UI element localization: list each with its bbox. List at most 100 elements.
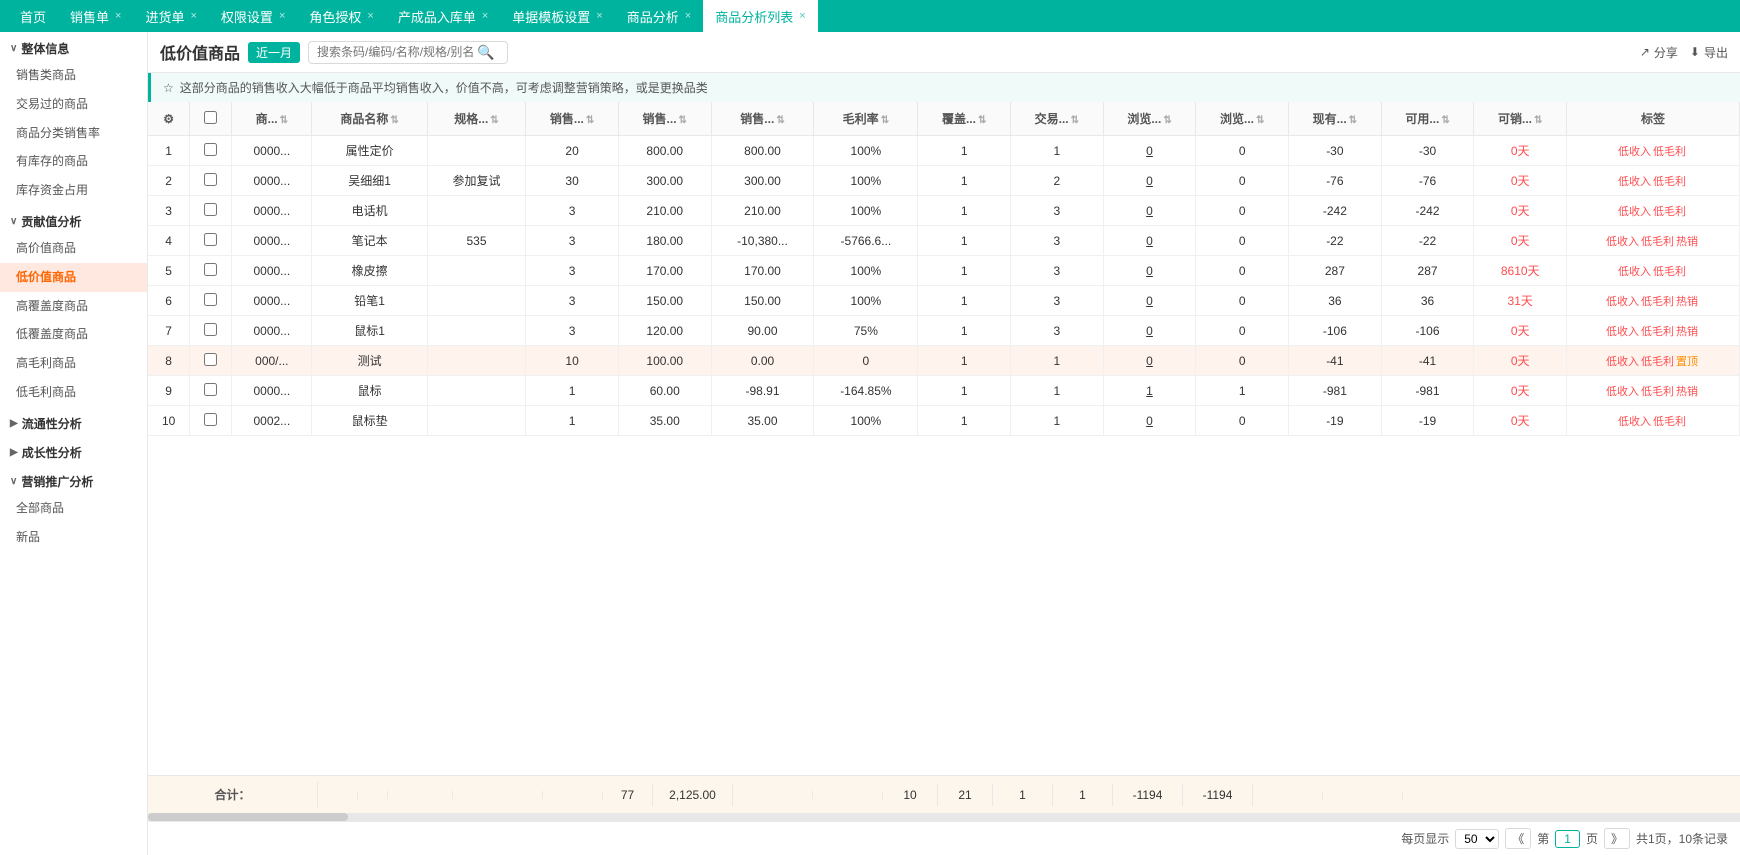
col-header-sales_count[interactable]: 销售...⇅ bbox=[526, 102, 619, 136]
sidebar-item-销售类商品[interactable]: 销售类商品 bbox=[0, 61, 147, 90]
row-checkbox[interactable] bbox=[204, 293, 217, 306]
nav-close-icon[interactable]: × bbox=[685, 10, 691, 22]
views1-link[interactable]: 0 bbox=[1146, 294, 1153, 308]
current-page-number[interactable]: 1 bbox=[1555, 830, 1580, 848]
sidebar-group-贡献值分析[interactable]: ∨贡献值分析 bbox=[0, 205, 147, 234]
footer-cell-10: 21 bbox=[938, 784, 993, 806]
sidebar-item-全部商品[interactable]: 全部商品 bbox=[0, 494, 147, 523]
sidebar-item-有库存的商品[interactable]: 有库存的商品 bbox=[0, 147, 147, 176]
sidebar-item-新品[interactable]: 新品 bbox=[0, 523, 147, 552]
sidebar-group-成长性分析[interactable]: ▶成长性分析 bbox=[0, 436, 147, 465]
row-checkbox[interactable] bbox=[204, 233, 217, 246]
sidebar-item-库存资金占用[interactable]: 库存资金占用 bbox=[0, 176, 147, 205]
col-header-name[interactable]: 商品名称⇅ bbox=[312, 102, 427, 136]
col-header-transactions[interactable]: 交易...⇅ bbox=[1011, 102, 1104, 136]
sidebar-group-整体信息[interactable]: ∨整体信息 bbox=[0, 32, 147, 61]
scrollbar[interactable] bbox=[148, 813, 1740, 821]
nav-item-商品分析[interactable]: 商品分析× bbox=[615, 0, 703, 32]
scrollbar-thumb[interactable] bbox=[148, 813, 348, 821]
period-button[interactable]: 近一月 bbox=[248, 42, 300, 63]
nav-close-icon[interactable]: × bbox=[190, 10, 196, 22]
export-button[interactable]: ⬇ 导出 bbox=[1690, 44, 1728, 61]
nav-item-进货单[interactable]: 进货单× bbox=[133, 0, 208, 32]
row-checkbox[interactable] bbox=[204, 413, 217, 426]
col-header-available[interactable]: 可用...⇅ bbox=[1381, 102, 1474, 136]
cell-sales-amount: 120.00 bbox=[618, 316, 711, 346]
cell-code: 0000... bbox=[232, 166, 312, 196]
sidebar: ∨整体信息销售类商品交易过的商品商品分类销售率有库存的商品库存资金占用∨贡献值分… bbox=[0, 32, 148, 855]
row-checkbox[interactable] bbox=[204, 263, 217, 276]
col-header-sales_profit[interactable]: 销售...⇅ bbox=[711, 102, 814, 136]
nav-close-icon[interactable]: × bbox=[367, 10, 373, 22]
nav-item-单据模板设置[interactable]: 单据模板设置× bbox=[500, 0, 614, 32]
search-input[interactable] bbox=[317, 45, 477, 59]
nav-item-角色授权[interactable]: 角色授权× bbox=[297, 0, 385, 32]
views1-link[interactable]: 0 bbox=[1146, 324, 1153, 338]
share-button[interactable]: ↗ 分享 bbox=[1640, 44, 1678, 61]
col-header-margin_rate[interactable]: 毛利率⇅ bbox=[814, 102, 918, 136]
sidebar-group-营销推广分析[interactable]: ∨营销推广分析 bbox=[0, 465, 147, 494]
views1-link[interactable]: 0 bbox=[1146, 144, 1153, 158]
sidebar-item-低覆盖度商品[interactable]: 低覆盖度商品 bbox=[0, 320, 147, 349]
page-label: 第 bbox=[1537, 830, 1549, 847]
prev-page-button[interactable]: 《 bbox=[1505, 828, 1531, 849]
row-checkbox[interactable] bbox=[204, 203, 217, 216]
views1-link[interactable]: 1 bbox=[1146, 384, 1153, 398]
row-checkbox[interactable] bbox=[204, 143, 217, 156]
per-page-select[interactable]: 50 bbox=[1455, 829, 1499, 849]
nav-close-icon[interactable]: × bbox=[482, 10, 488, 22]
header-actions: ↗ 分享 ⬇ 导出 bbox=[1640, 44, 1728, 61]
next-page-button[interactable]: 》 bbox=[1604, 828, 1630, 849]
views1-link[interactable]: 0 bbox=[1146, 414, 1153, 428]
col-header-spec[interactable]: 规格...⇅ bbox=[427, 102, 526, 136]
cell-tags: 低收入低毛利热销 bbox=[1567, 226, 1740, 256]
nav-close-icon[interactable]: × bbox=[115, 10, 121, 22]
sidebar-item-低毛利商品[interactable]: 低毛利商品 bbox=[0, 378, 147, 407]
views1-link[interactable]: 0 bbox=[1146, 264, 1153, 278]
chevron-icon: ▶ bbox=[10, 418, 18, 429]
views1-link[interactable]: 0 bbox=[1146, 354, 1153, 368]
sidebar-item-交易过的商品[interactable]: 交易过的商品 bbox=[0, 90, 147, 119]
cell-margin-rate: 100% bbox=[814, 286, 918, 316]
row-checkbox[interactable] bbox=[204, 353, 217, 366]
views1-link[interactable]: 0 bbox=[1146, 174, 1153, 188]
cell-current-stock: -30 bbox=[1289, 136, 1382, 166]
search-icon[interactable]: 🔍 bbox=[477, 44, 494, 61]
cell-transactions: 1 bbox=[1011, 406, 1104, 436]
row-checkbox[interactable] bbox=[204, 323, 217, 336]
sidebar-item-商品分类销售率[interactable]: 商品分类销售率 bbox=[0, 119, 147, 148]
sidebar-item-高覆盖度商品[interactable]: 高覆盖度商品 bbox=[0, 292, 147, 321]
col-header-views1[interactable]: 浏览...⇅ bbox=[1103, 102, 1196, 136]
col-header-sales_amount[interactable]: 销售...⇅ bbox=[618, 102, 711, 136]
nav-close-icon[interactable]: × bbox=[279, 10, 285, 22]
col-header-coverage[interactable]: 覆盖...⇅ bbox=[918, 102, 1011, 136]
select-all-checkbox[interactable] bbox=[204, 111, 217, 124]
sidebar-item-高价值商品[interactable]: 高价值商品 bbox=[0, 234, 147, 263]
col-header-current_stock[interactable]: 现有...⇅ bbox=[1289, 102, 1382, 136]
nav-close-icon[interactable]: × bbox=[596, 10, 602, 22]
nav-close-icon[interactable]: × bbox=[799, 10, 805, 22]
col-header-saleable[interactable]: 可销...⇅ bbox=[1474, 102, 1567, 136]
tag-低收入: 低收入 bbox=[1618, 266, 1651, 278]
col-header-views2[interactable]: 浏览...⇅ bbox=[1196, 102, 1289, 136]
nav-item-销售单[interactable]: 销售单× bbox=[58, 0, 133, 32]
sidebar-item-高毛利商品[interactable]: 高毛利商品 bbox=[0, 349, 147, 378]
nav-item-产成品入库单[interactable]: 产成品入库单× bbox=[386, 0, 500, 32]
row-checkbox[interactable] bbox=[204, 383, 217, 396]
col-header-code[interactable]: 商...⇅ bbox=[232, 102, 312, 136]
views1-link[interactable]: 0 bbox=[1146, 234, 1153, 248]
sidebar-group-流通性分析[interactable]: ▶流通性分析 bbox=[0, 407, 147, 436]
cell-coverage: 1 bbox=[918, 166, 1011, 196]
nav-item-权限设置[interactable]: 权限设置× bbox=[209, 0, 297, 32]
chevron-icon: ∨ bbox=[10, 476, 17, 487]
cell-sales-count: 10 bbox=[526, 346, 619, 376]
nav-item-首页[interactable]: 首页 bbox=[8, 0, 58, 32]
row-checkbox[interactable] bbox=[204, 173, 217, 186]
nav-item-商品分析列表[interactable]: 商品分析列表× bbox=[703, 0, 817, 32]
cell-coverage: 1 bbox=[918, 316, 1011, 346]
sidebar-item-低价值商品[interactable]: 低价值商品 bbox=[0, 263, 147, 292]
settings-icon[interactable]: ⚙ bbox=[163, 112, 174, 126]
views1-link[interactable]: 0 bbox=[1146, 204, 1153, 218]
sort-icon: ⇅ bbox=[1163, 115, 1171, 126]
cell-tags: 低收入低毛利 bbox=[1567, 166, 1740, 196]
